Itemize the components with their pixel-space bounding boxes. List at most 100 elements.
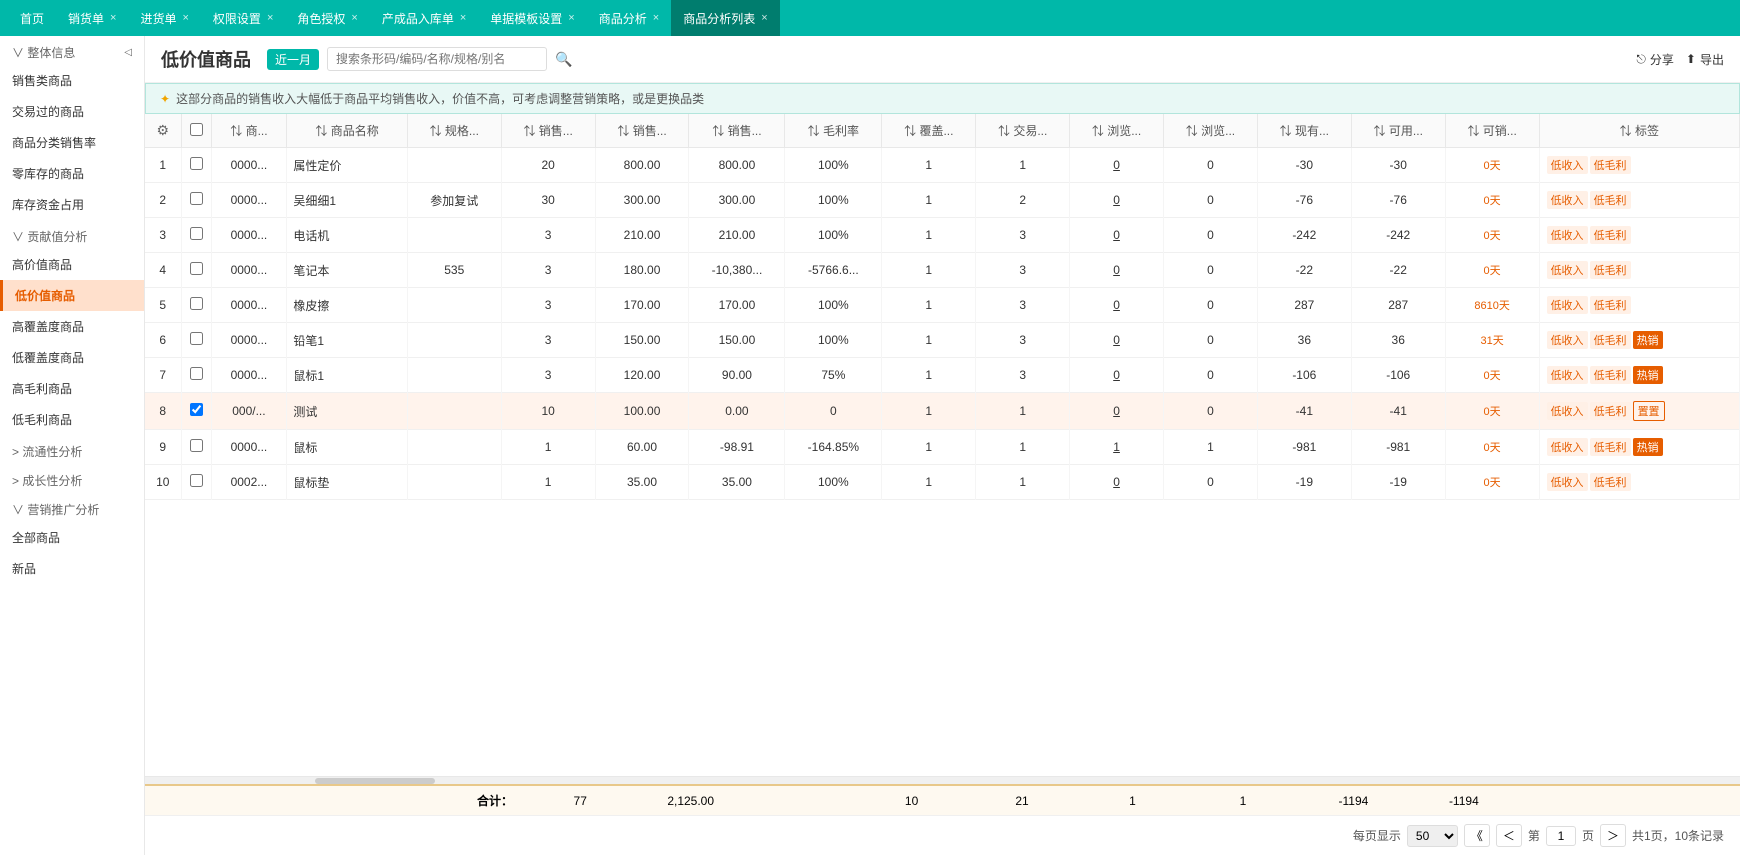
view1-cell[interactable]: 0 — [1070, 288, 1164, 323]
col-tags[interactable]: ⇅ 标签 — [1539, 114, 1739, 148]
view1-link[interactable]: 0 — [1113, 158, 1120, 172]
sidebar-item-sales-goods[interactable]: 销售类商品 — [0, 65, 144, 96]
nav-close-icon[interactable]: × — [568, 12, 574, 24]
view1-link[interactable]: 0 — [1113, 333, 1120, 347]
nav-product-analysis[interactable]: 商品分析 × — [587, 0, 671, 36]
scrollbar-area[interactable] — [145, 776, 1740, 784]
sidebar-section-liquidity[interactable]: > 流通性分析 — [0, 435, 144, 464]
nav-close-icon[interactable]: × — [182, 12, 188, 24]
first-page-btn[interactable]: 《 — [1464, 824, 1490, 847]
row-checkbox[interactable] — [190, 192, 203, 205]
col-stock2[interactable]: ⇅ 可用... — [1351, 114, 1445, 148]
nav-close-icon[interactable]: × — [267, 12, 273, 24]
row-checkbox-cell[interactable] — [181, 430, 211, 465]
view1-link[interactable]: 0 — [1113, 228, 1120, 242]
nav-home[interactable]: 首页 — [8, 0, 56, 36]
sidebar-section-contribution[interactable]: ∨ 贡献值分析 — [0, 220, 144, 249]
sidebar-section-marketing[interactable]: ∨ 营销推广分析 — [0, 493, 144, 522]
page-size-select[interactable]: 50 100 — [1407, 825, 1458, 847]
sidebar-item-low-margin[interactable]: 低毛利商品 — [0, 404, 144, 435]
export-button[interactable]: ⬆ 导出 — [1686, 51, 1724, 68]
view1-cell[interactable]: 1 — [1070, 430, 1164, 465]
filter-tag-button[interactable]: 近一月 — [267, 49, 319, 70]
sidebar-section-overall[interactable]: ∨ 整体信息 ◁ — [0, 36, 144, 65]
sidebar-section-growth[interactable]: > 成长性分析 — [0, 464, 144, 493]
col-trade[interactable]: ⇅ 交易... — [976, 114, 1070, 148]
sidebar-item-category-rate[interactable]: 商品分类销售率 — [0, 127, 144, 158]
row-checkbox-cell[interactable] — [181, 358, 211, 393]
view1-link[interactable]: 0 — [1113, 475, 1120, 489]
col-margin[interactable]: ⇅ 毛利率 — [785, 114, 882, 148]
col-gear[interactable]: ⚙ — [145, 114, 181, 148]
view1-link[interactable]: 0 — [1113, 368, 1120, 382]
row-checkbox[interactable] — [190, 262, 203, 275]
col-sale-amt[interactable]: ⇅ 销售... — [595, 114, 689, 148]
view1-cell[interactable]: 0 — [1070, 358, 1164, 393]
view1-cell[interactable]: 0 — [1070, 253, 1164, 288]
sidebar-item-new-goods[interactable]: 新品 — [0, 553, 144, 584]
row-checkbox[interactable] — [190, 439, 203, 452]
col-view1[interactable]: ⇅ 浏览... — [1070, 114, 1164, 148]
col-sellable[interactable]: ⇅ 可销... — [1445, 114, 1539, 148]
row-checkbox[interactable] — [190, 367, 203, 380]
col-view2[interactable]: ⇅ 浏览... — [1164, 114, 1258, 148]
col-spec[interactable]: ⇅ 规格... — [407, 114, 501, 148]
row-checkbox-cell[interactable] — [181, 465, 211, 500]
sidebar-item-all-goods[interactable]: 全部商品 — [0, 522, 144, 553]
nav-analysis-list[interactable]: 商品分析列表 × — [671, 0, 779, 36]
sidebar-item-low-coverage[interactable]: 低覆盖度商品 — [0, 342, 144, 373]
nav-close-icon[interactable]: × — [351, 12, 357, 24]
col-sale-qty[interactable]: ⇅ 销售... — [501, 114, 595, 148]
search-input[interactable] — [327, 47, 547, 71]
row-checkbox-cell[interactable] — [181, 218, 211, 253]
row-checkbox-cell[interactable] — [181, 253, 211, 288]
row-checkbox-cell[interactable] — [181, 288, 211, 323]
row-checkbox[interactable] — [190, 157, 203, 170]
view1-link[interactable]: 0 — [1113, 404, 1120, 418]
sidebar-item-traded-goods[interactable]: 交易过的商品 — [0, 96, 144, 127]
nav-close-icon[interactable]: × — [761, 12, 767, 24]
select-all-checkbox[interactable] — [190, 123, 203, 136]
col-stock1[interactable]: ⇅ 现有... — [1257, 114, 1351, 148]
row-checkbox-cell[interactable] — [181, 183, 211, 218]
nav-role-auth[interactable]: 角色授权 × — [285, 0, 369, 36]
view1-cell[interactable]: 0 — [1070, 393, 1164, 430]
sidebar-item-high-margin[interactable]: 高毛利商品 — [0, 373, 144, 404]
view1-cell[interactable]: 0 — [1070, 183, 1164, 218]
row-checkbox[interactable] — [190, 297, 203, 310]
view1-link[interactable]: 0 — [1113, 263, 1120, 277]
sidebar-item-low-value[interactable]: 低价值商品 — [0, 280, 144, 311]
view1-link[interactable]: 0 — [1113, 298, 1120, 312]
row-checkbox[interactable] — [190, 403, 203, 416]
col-id[interactable]: ⇅ 商... — [211, 114, 287, 148]
nav-close-icon[interactable]: × — [653, 12, 659, 24]
next-page-btn[interactable]: ＞ — [1600, 824, 1626, 847]
row-checkbox-cell[interactable] — [181, 323, 211, 358]
nav-doc-template[interactable]: 单据模板设置 × — [478, 0, 586, 36]
col-sale-ret[interactable]: ⇅ 销售... — [689, 114, 785, 148]
sidebar-item-zero-stock[interactable]: 零库存的商品 — [0, 158, 144, 189]
col-name[interactable]: ⇅ 商品名称 — [287, 114, 407, 148]
row-checkbox[interactable] — [190, 474, 203, 487]
row-checkbox[interactable] — [190, 227, 203, 240]
nav-close-icon[interactable]: × — [460, 12, 466, 24]
row-checkbox-cell[interactable] — [181, 393, 211, 430]
nav-product-inbound[interactable]: 产成品入库单 × — [370, 0, 478, 36]
view1-cell[interactable]: 0 — [1070, 323, 1164, 358]
view1-link[interactable]: 1 — [1113, 440, 1120, 454]
nav-permissions[interactable]: 权限设置 × — [201, 0, 285, 36]
search-icon[interactable]: 🔍 — [555, 51, 572, 68]
row-checkbox[interactable] — [190, 332, 203, 345]
nav-close-icon[interactable]: × — [110, 12, 116, 24]
col-coverage[interactable]: ⇅ 覆盖... — [882, 114, 976, 148]
page-number-input[interactable] — [1546, 826, 1576, 846]
view1-link[interactable]: 0 — [1113, 193, 1120, 207]
nav-purchase[interactable]: 进货单 × — [128, 0, 200, 36]
share-button[interactable]: ⎋ 分享 — [1636, 51, 1674, 68]
sidebar-item-high-value[interactable]: 高价值商品 — [0, 249, 144, 280]
sidebar-item-high-coverage[interactable]: 高覆盖度商品 — [0, 311, 144, 342]
view1-cell[interactable]: 0 — [1070, 218, 1164, 253]
nav-sales-order[interactable]: 销货单 × — [56, 0, 128, 36]
view1-cell[interactable]: 0 — [1070, 465, 1164, 500]
sidebar-item-stock-capital[interactable]: 库存资金占用 — [0, 189, 144, 220]
